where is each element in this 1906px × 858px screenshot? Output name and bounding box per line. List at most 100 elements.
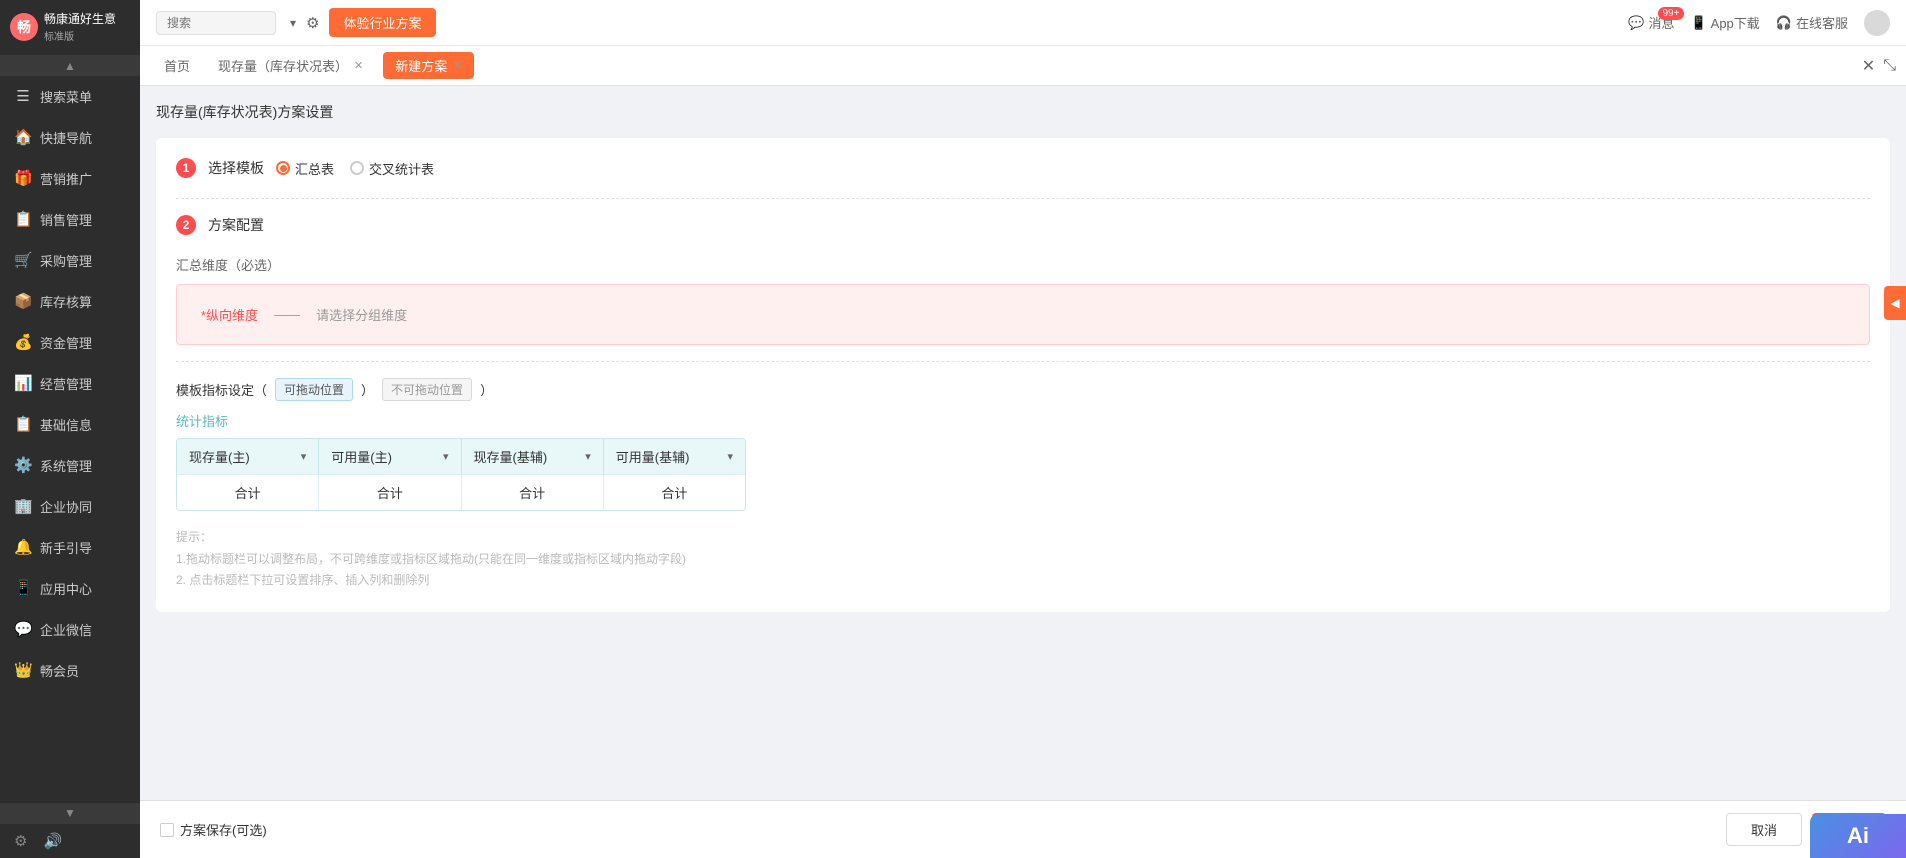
page-content: 现存量(库存状况表)方案设置 1 选择模板 汇总表 交叉统计表 [140,86,1906,800]
radio-summary-circle [276,161,290,175]
radio-summary-label: 汇总表 [295,159,334,178]
save-label: 方案保存(可选) [180,820,267,839]
close-button[interactable]: ✕ [1862,56,1875,76]
ai-badge[interactable]: Ai [1810,814,1906,858]
sidebar-item-basic-info[interactable]: 📋 基础信息 [0,404,140,445]
sidebar-scroll-up[interactable]: ▲ [0,56,140,76]
radio-cross-label: 交叉统计表 [369,159,434,178]
inventory-label: 库存核算 [40,292,92,311]
dimension-box[interactable]: *纵向维度 —— 请选择分组维度 [176,284,1870,345]
save-checkbox[interactable] [160,823,174,837]
right-panel-hint[interactable]: ◀ [1884,286,1906,320]
tips-title: 提示： [176,530,212,544]
window-controls: ✕ ⤡ [1862,56,1896,76]
sidebar-item-system[interactable]: ⚙️系统管理 [0,445,140,486]
basic-info-icon: 📋 [14,415,32,433]
stats-col-cell: 合计 [177,475,319,510]
stats-table-header: 现存量(主)▾可用量(主)▾现存量(基辅)▾可用量(基辅)▾ [177,439,745,474]
sidebar-item-inventory[interactable]: 📦库存核算 [0,281,140,322]
dimension-required-star: *纵向维度 [201,305,258,324]
col-dropdown-icon[interactable]: ▾ [301,450,307,463]
sidebar-item-quick-nav[interactable]: 🏠快捷导航 [0,117,140,158]
stats-col-header[interactable]: 可用量(基辅)▾ [604,439,745,474]
sidebar-item-enterprise[interactable]: 🏢企业协同 [0,486,140,527]
col-label: 可用量(主) [331,447,392,466]
basic-info-label: 基础信息 [40,415,92,434]
user-avatar[interactable] [1864,10,1890,36]
sidebar-item-sales[interactable]: 📋 销售管理 [0,199,140,240]
tab-home[interactable]: 首页 [150,46,204,85]
topbar-dropdown[interactable]: ▾ [286,16,296,30]
sidebar-item-new-guide[interactable]: 🔔新手引导 [0,527,140,568]
sidebar-item-finance[interactable]: 💰资金管理 [0,322,140,363]
topbar-left: ▾ ⚙ 体验行业方案 [156,8,436,37]
sidebar-item-app-center[interactable]: 📱应用中心 [0,568,140,609]
online-service-label: 在线客服 [1796,13,1848,32]
app-download-item[interactable]: 📱 App下载 [1690,13,1759,32]
chevron-down-icon: ▾ [290,16,296,30]
trial-button[interactable]: 体验行业方案 [329,8,435,37]
phone-icon: 📱 [1690,15,1706,31]
sidebar-scroll-down[interactable]: ▼ [0,803,140,823]
marketing-label: 营销推广 [40,169,92,188]
search-input[interactable] [156,11,276,35]
sidebar-item-operations[interactable]: 📊经营管理 [0,363,140,404]
stats-table: 现存量(主)▾可用量(主)▾现存量(基辅)▾可用量(基辅)▾ 合计合计合计合计 [176,438,746,511]
col-dropdown-icon[interactable]: ▾ [585,450,591,463]
settings-icon[interactable]: ⚙ [14,832,27,850]
gear-button[interactable]: ⚙ [306,14,319,32]
sidebar-item-wechat[interactable]: 💬企业微信 [0,609,140,650]
system-icon: ⚙️ [14,456,32,474]
sidebar-item-member[interactable]: 👑畅会员 [0,650,140,691]
col-dropdown-icon[interactable]: ▾ [727,450,733,463]
tab-new-plan[interactable]: 新建方案 ✕ [383,52,474,79]
cancel-button[interactable]: 取消 [1726,813,1802,846]
sidebar-item-purchase[interactable]: 🛒采购管理 [0,240,140,281]
new-guide-label: 新手引导 [40,538,92,557]
message-icon: 💬 [1628,15,1644,31]
tabs-bar: 首页 现存量（库存状况表） ✕ 新建方案 ✕ ✕ ⤡ [140,46,1906,86]
sidebar-bottom: ⚙ 🔊 [0,823,140,858]
stats-col-header[interactable]: 可用量(主) ▾ [319,439,461,474]
step2-badge: 2 [176,215,196,235]
expand-button[interactable]: ⤡ [1883,57,1896,75]
tip-item: 1.拖动标题栏可以调整布局，不可跨维度或指标区域拖动(只能在同一维度或指标区域内… [176,549,1870,571]
save-option: 方案保存(可选) [160,820,267,839]
stats-col-header[interactable]: 现存量(基辅)▾ [462,439,604,474]
step2-title: 方案配置 [208,215,264,235]
member-icon: 👑 [14,661,32,679]
app-download-label: App下载 [1711,13,1760,32]
sales-icon: 📋 [14,210,32,228]
tab-new-label: 新建方案 [395,56,447,75]
message-item[interactable]: 💬 消息 99+ [1628,13,1674,32]
online-service-item[interactable]: 🎧 在线客服 [1776,13,1848,32]
app-tag: 标准版 [44,28,116,43]
sidebar-item-marketing[interactable]: 🎁 营销推广 [0,158,140,199]
radio-summary[interactable]: 汇总表 [276,159,334,178]
tab-new-close[interactable]: ✕ [453,59,462,72]
marketing-icon: 🎁 [14,169,32,187]
settings-card: 1 选择模板 汇总表 交叉统计表 2 方案配置 [156,138,1890,612]
indicator-close-paren: ） [480,380,493,399]
finance-label: 资金管理 [40,333,92,352]
quick-nav-icon: 🏠 [14,128,32,146]
radio-cross-circle [350,161,364,175]
stats-col-cell: 合计 [319,475,461,510]
col-dropdown-icon[interactable]: ▾ [443,450,449,463]
tab-inventory-status[interactable]: 现存量（库存状况表） ✕ [204,46,377,85]
volume-icon[interactable]: 🔊 [43,832,62,850]
divider2 [176,361,1870,362]
app-center-label: 应用中心 [40,579,92,598]
tab-inventory-close[interactable]: ✕ [354,59,363,72]
app-logo: 畅 畅康通好生意 标准版 [0,0,140,56]
radio-cross[interactable]: 交叉统计表 [350,159,434,178]
stats-section-title: 统计指标 [176,411,1870,430]
stats-table-row: 合计合计合计合计 [177,474,745,510]
wechat-label: 企业微信 [40,620,92,639]
sidebar-item-search-menu[interactable]: ☰搜索菜单 [0,76,140,117]
bottom-bar: 方案保存(可选) 取消 查询 [140,800,1906,858]
sales-label: 销售管理 [40,210,92,229]
stats-col-header[interactable]: 现存量(主)▾ [177,439,319,474]
headset-icon: 🎧 [1776,15,1792,31]
step1-row: 1 选择模板 汇总表 交叉统计表 [176,158,1870,178]
